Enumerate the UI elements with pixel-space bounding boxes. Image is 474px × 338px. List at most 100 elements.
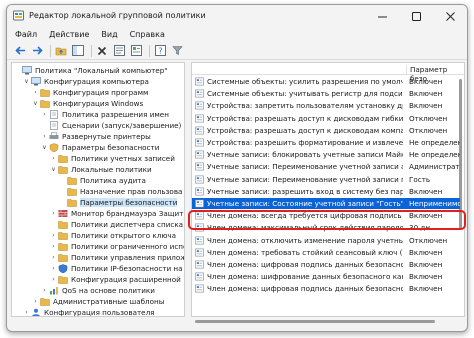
chevron-right-icon[interactable]: ›: [50, 263, 57, 274]
computer-icon: [22, 66, 32, 75]
tree-node-label: Политики IP-безопасности на: [71, 264, 183, 273]
chevron-right-icon[interactable]: ›: [32, 87, 39, 98]
tree-node[interactable]: Политики диспетчера списка: [50, 219, 183, 230]
menu-file[interactable]: Файл: [15, 30, 37, 39]
chevron-down-icon[interactable]: ∨: [32, 98, 39, 109]
chevron-right-icon[interactable]: ›: [32, 296, 39, 307]
chevron-right-icon[interactable]: ›: [50, 241, 57, 252]
tree-node[interactable]: › Политики ограниченного испо: [50, 241, 184, 252]
horizontal-scroll-thumb[interactable]: [195, 320, 435, 323]
delete-button[interactable]: [95, 44, 109, 58]
chevron-right-icon[interactable]: ›: [41, 109, 48, 120]
show-hide-tree-button[interactable]: [71, 44, 85, 58]
horizontal-scrollbar[interactable]: [191, 317, 465, 325]
chevron-right-icon[interactable]: ›: [50, 230, 57, 241]
menu-help[interactable]: Справка: [130, 30, 165, 39]
up-folder-icon: [55, 47, 67, 56]
filter-icon: [171, 46, 183, 55]
tree-node[interactable]: › Политика разрешения имен: [41, 109, 169, 120]
minimize-button[interactable]: [365, 5, 399, 27]
policy-row[interactable]: Член домена: требовать стойкий сеансовый…: [192, 247, 460, 258]
policy-row[interactable]: Системные объекты: учитывать регистр для…: [192, 88, 460, 99]
tree-node[interactable]: › Политики IP-безопасности на: [50, 263, 183, 274]
tree-node[interactable]: Назначение прав пользова: [59, 186, 182, 197]
policy-row[interactable]: Системные объекты: усилить разрешения по…: [192, 76, 460, 87]
policy-row[interactable]: Устройства: запретить пользователям уста…: [192, 100, 460, 111]
chevron-down-icon[interactable]: ∨: [41, 142, 48, 153]
policy-value: Включен: [409, 101, 443, 111]
tree-node[interactable]: ∨ Конфигурация Windows: [32, 98, 143, 109]
tree-node[interactable]: ∨ Параметры безопасности: [41, 142, 159, 153]
tree-node[interactable]: › Конфигурация пользователя: [23, 307, 155, 316]
tree-node[interactable]: › Монитор брандмауэра Защит: [50, 208, 183, 219]
policy-row[interactable]: Устройства: разрешать доступ к дисковода…: [192, 113, 460, 124]
tree-node[interactable]: › Конфигурация программ: [32, 87, 148, 98]
chevron-right-icon[interactable]: ›: [23, 307, 30, 316]
back-button[interactable]: [13, 44, 27, 58]
chevron-right-icon[interactable]: ›: [50, 208, 57, 219]
chevron-right-icon[interactable]: ›: [50, 274, 57, 285]
tree-node[interactable]: › Развернутые принтеры: [41, 131, 150, 142]
title-bar[interactable]: Редактор локальной групповой политики: [7, 5, 467, 27]
maximize-button[interactable]: [399, 5, 433, 27]
policy-row[interactable]: Учетные записи: Переименование учетной з…: [192, 174, 460, 185]
policy-row[interactable]: Устройства: разрешать доступ к дисковода…: [192, 125, 460, 136]
policy-row[interactable]: Член домена: цифровая подпись данных без…: [192, 283, 460, 294]
tree-node[interactable]: Политика "Локальный компьютер": [14, 65, 168, 76]
tree-node-label: Политики диспетчера списка: [71, 220, 184, 229]
folder-icon: [58, 221, 68, 229]
policy-row[interactable]: Член домена: отключить изменение пароля …: [192, 235, 460, 246]
chevron-right-icon[interactable]: ›: [50, 153, 57, 164]
policy-list[interactable]: Параметр безо Системные объекты: усилить…: [191, 62, 465, 317]
forward-button[interactable]: [30, 44, 44, 58]
export-list-button[interactable]: [129, 44, 143, 58]
policy-row[interactable]: Член домена: шифрование данных безопасно…: [192, 271, 460, 282]
properties-icon: [113, 45, 125, 56]
shield-icon: [49, 143, 59, 152]
chevron-down-icon[interactable]: ∨: [50, 164, 57, 175]
filter-button[interactable]: [170, 44, 184, 58]
folder-icon: [67, 188, 77, 196]
policy-setting-icon: [195, 248, 204, 257]
console-tree[interactable]: Политика "Локальный компьютер" ∨ Конфигура…: [11, 62, 185, 317]
chevron-right-icon[interactable]: ›: [41, 131, 48, 142]
policy-row[interactable]: Учетные записи: разрешить вход в систему…: [192, 186, 460, 197]
policy-row[interactable]: Учетные записи: блокировать учетные запи…: [192, 149, 460, 160]
delete-x-icon: [97, 46, 107, 55]
chevron-right-icon[interactable]: ›: [41, 285, 48, 296]
chevron-right-icon[interactable]: ›: [50, 252, 57, 263]
tree-node[interactable]: › QoS на основе политики: [41, 285, 155, 296]
policy-setting-icon: [195, 187, 204, 196]
tree-node[interactable]: › Административные шаблоны: [32, 296, 164, 307]
up-folder-button[interactable]: [54, 44, 68, 58]
menu-action[interactable]: Действие: [49, 30, 89, 39]
tree-node[interactable]: Политика аудита: [59, 175, 146, 186]
policy-row[interactable]: Устройства: разрешить форматирование и и…: [192, 137, 460, 148]
policy-name: Учетные записи: Переименование учетной з…: [207, 162, 403, 172]
tree-node[interactable]: › Политики учетных записей: [50, 153, 175, 164]
tree-node[interactable]: ∨ Конфигурация компьютера: [23, 76, 149, 87]
help-button[interactable]: ?: [153, 44, 167, 58]
folder-icon: [67, 177, 77, 185]
tree-node-label: Параметры безопасности: [62, 143, 160, 152]
tree-node[interactable]: Сценарии (запуск/завершение): [41, 120, 181, 131]
menu-view[interactable]: Вид: [101, 30, 117, 39]
column-header-setting[interactable]: Параметр безо: [406, 65, 464, 83]
close-button[interactable]: [433, 5, 467, 27]
chevron-down-icon[interactable]: ∨: [23, 76, 30, 87]
policy-row-selected[interactable]: Учетные записи: Состояние учетной записи…: [192, 198, 460, 209]
tree-node[interactable]: › Конфигурация расширенной: [50, 274, 181, 285]
policy-row[interactable]: Член домена: цифровая подпись данных без…: [192, 259, 460, 270]
properties-button[interactable]: [112, 44, 126, 58]
policy-row[interactable]: Учетные записи: Переименование учетной з…: [192, 161, 460, 172]
tree-node[interactable]: ∨ Локальные политики: [50, 164, 151, 175]
printer-icon: [49, 132, 59, 139]
tree-node[interactable]: › Политики открытого ключа: [50, 230, 176, 241]
tree-node[interactable]: › Политики управления прилож: [50, 252, 184, 263]
svg-text:?: ?: [158, 47, 162, 56]
tree-node[interactable]: Параметры безопасности: [59, 197, 178, 208]
policy-value: Неприменимо: [409, 199, 460, 208]
tree-node-label: Назначение прав пользова: [80, 187, 183, 196]
